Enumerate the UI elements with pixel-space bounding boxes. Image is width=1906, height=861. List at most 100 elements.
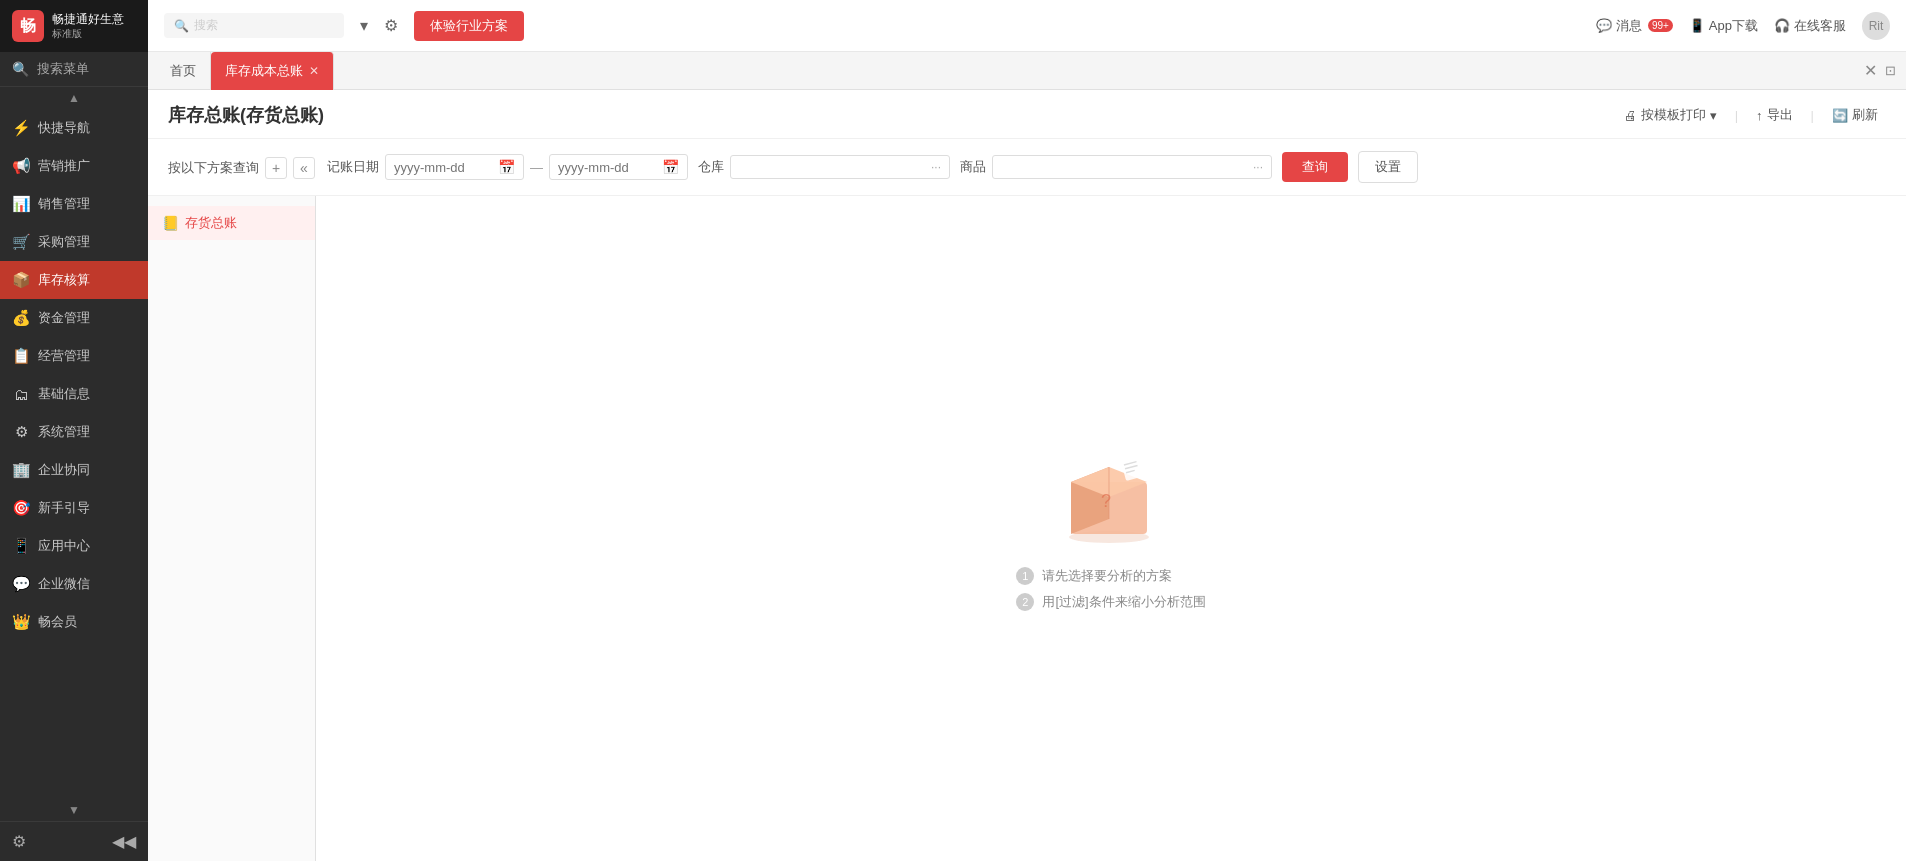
page-title: 库存总账(存货总账): [168, 103, 324, 127]
member-icon: 👑: [12, 613, 30, 631]
product-select[interactable]: ···: [992, 155, 1272, 179]
sidebar-item-shortcut[interactable]: ⚡ 快捷导航: [0, 109, 148, 147]
sidebar-item-guide[interactable]: 🎯 新手引导: [0, 489, 148, 527]
sidebar-item-inventory[interactable]: 📦 库存核算: [0, 261, 148, 299]
tip-text-1: 请先选择要分析的方案: [1042, 567, 1172, 585]
tab-bar: 首页 库存成本总账 ✕ ✕ ⊡: [148, 52, 1906, 90]
nav-settings-btn[interactable]: ⚙: [378, 12, 404, 39]
refresh-button[interactable]: 🔄 刷新: [1824, 102, 1886, 128]
export-button[interactable]: ↑ 导出: [1748, 102, 1801, 128]
sidebar-item-label: 资金管理: [38, 309, 90, 327]
print-dropdown-icon: ▾: [1710, 108, 1717, 123]
sidebar-item-label: 快捷导航: [38, 119, 90, 137]
message-button[interactable]: 💬 消息 99+: [1596, 17, 1673, 35]
sidebar-item-label: 营销推广: [38, 157, 90, 175]
page-header: 库存总账(存货总账) 🖨 按模板打印 ▾ | ↑ 导出 | 🔄 刷新: [148, 90, 1906, 139]
sidebar-item-system[interactable]: ⚙ 系统管理: [0, 413, 148, 451]
sidebar-item-appstore[interactable]: 📱 应用中心: [0, 527, 148, 565]
sidebar-item-marketing[interactable]: 📢 营销推广: [0, 147, 148, 185]
filter-product-field: 商品 ···: [960, 155, 1272, 179]
print-button[interactable]: 🖨 按模板打印 ▾: [1616, 102, 1725, 128]
sidebar-item-label: 企业协同: [38, 461, 90, 479]
sidebar-scroll-down[interactable]: ▼: [0, 799, 148, 821]
sidebar-item-sales[interactable]: 📊 销售管理: [0, 185, 148, 223]
warehouse-label: 仓库: [698, 158, 724, 176]
sidebar-item-basic[interactable]: 🗂 基础信息: [0, 375, 148, 413]
date-end-input[interactable]: [558, 160, 658, 175]
purchase-icon: 🛒: [12, 233, 30, 251]
sidebar-item-label: 应用中心: [38, 537, 90, 555]
sidebar-item-label: 销售管理: [38, 195, 90, 213]
filter-label-text: 按以下方案查询: [168, 159, 259, 177]
expand-icon[interactable]: ⊡: [1885, 63, 1896, 78]
print-label: 按模板打印: [1641, 106, 1706, 124]
online-service-button[interactable]: 🎧 在线客服: [1774, 17, 1846, 35]
empty-tips: 1 请先选择要分析的方案 2 用[过滤]条件来缩小分析范围: [1016, 567, 1205, 611]
inventory-icon: 📦: [12, 271, 30, 289]
date-separator: —: [530, 160, 543, 175]
data-area: ? 1 请先选择要分析的方案: [316, 196, 1906, 861]
logo-text: 畅捷通好生意 标准版: [52, 12, 124, 41]
sidebar-item-finance[interactable]: 💰 资金管理: [0, 299, 148, 337]
sidebar-item-wechat[interactable]: 💬 企业微信: [0, 565, 148, 603]
top-nav-right: 💬 消息 99+ 📱 App下载 🎧 在线客服 Rit: [1596, 12, 1890, 40]
export-label: 导出: [1767, 106, 1793, 124]
tip-text-2: 用[过滤]条件来缩小分析范围: [1042, 593, 1205, 611]
main-area: 🔍 搜索 ▾ ⚙ 体验行业方案 💬 消息 99+ 📱 App下载 🎧 在线客服: [148, 0, 1906, 861]
action-divider-1: |: [1735, 108, 1738, 123]
sidebar-search-label: 搜索菜单: [37, 60, 89, 78]
filter-collapse-button[interactable]: «: [293, 157, 315, 179]
sidebar-item-purchase[interactable]: 🛒 采购管理: [0, 223, 148, 261]
top-nav: 🔍 搜索 ▾ ⚙ 体验行业方案 💬 消息 99+ 📱 App下载 🎧 在线客服: [148, 0, 1906, 52]
nav-dropdown-btn[interactable]: ▾: [354, 12, 374, 39]
close-panel-icon[interactable]: ✕: [1864, 61, 1877, 80]
filter-warehouse-field: 仓库 ···: [698, 155, 950, 179]
shortcut-icon: ⚡: [12, 119, 30, 137]
sidebar-bottom: ⚙ ◀◀: [0, 821, 148, 861]
tip-num-1: 1: [1016, 567, 1034, 585]
date-start-input[interactable]: [394, 160, 494, 175]
action-divider-2: |: [1811, 108, 1814, 123]
scheme-item-inventory-total[interactable]: 📒 存货总账: [148, 206, 315, 240]
nav-search[interactable]: 🔍 搜索: [164, 13, 344, 38]
warehouse-select[interactable]: ···: [730, 155, 950, 179]
phone-icon: 📱: [1689, 18, 1705, 33]
online-service-label: 在线客服: [1794, 17, 1846, 35]
basic-icon: 🗂: [12, 386, 30, 403]
sidebar-item-label: 系统管理: [38, 423, 90, 441]
trial-button[interactable]: 体验行业方案: [414, 11, 524, 41]
guide-icon: 🎯: [12, 499, 30, 517]
app-download-button[interactable]: 📱 App下载: [1689, 17, 1758, 35]
sidebar-item-label: 畅会员: [38, 613, 77, 631]
date-end-wrapper[interactable]: 📅: [549, 154, 688, 180]
sidebar-search[interactable]: 🔍 搜索菜单: [0, 52, 148, 87]
user-avatar[interactable]: Rit: [1862, 12, 1890, 40]
filter-bar: 按以下方案查询 + « 记账日期 📅 — 📅: [148, 139, 1906, 196]
filter-label: 按以下方案查询 + «: [168, 151, 315, 179]
date-start-wrapper[interactable]: 📅: [385, 154, 524, 180]
sidebar-item-enterprise[interactable]: 🏢 企业协同: [0, 451, 148, 489]
calendar-end-icon[interactable]: 📅: [662, 159, 679, 175]
tip-row-2: 2 用[过滤]条件来缩小分析范围: [1016, 593, 1205, 611]
settings-icon[interactable]: ⚙: [12, 832, 26, 851]
collapse-icon[interactable]: ◀◀: [112, 832, 136, 851]
app-download-label: App下载: [1709, 17, 1758, 35]
scheme-panel: 📒 存货总账: [148, 196, 316, 861]
marketing-icon: 📢: [12, 157, 30, 175]
filter-add-button[interactable]: +: [265, 157, 287, 179]
sidebar-scroll-up[interactable]: ▲: [0, 87, 148, 109]
empty-state: ? 1 请先选择要分析的方案: [1016, 447, 1205, 611]
sidebar-item-label: 新手引导: [38, 499, 90, 517]
tab-inventory-ledger[interactable]: 库存成本总账 ✕: [211, 52, 334, 90]
message-icon: 💬: [1596, 18, 1612, 33]
tab-home[interactable]: 首页: [156, 52, 211, 90]
sidebar-item-member[interactable]: 👑 畅会员: [0, 603, 148, 641]
logo-icon: 畅: [12, 10, 44, 42]
query-button[interactable]: 查询: [1282, 152, 1348, 182]
sidebar-menu: ⚡ 快捷导航 📢 营销推广 📊 销售管理 🛒 采购管理 📦 库存核算 💰 资金管…: [0, 109, 148, 799]
tab-close-icon[interactable]: ✕: [309, 64, 319, 78]
sidebar-item-operation[interactable]: 📋 经营管理: [0, 337, 148, 375]
settings-button[interactable]: 设置: [1358, 151, 1418, 183]
calendar-start-icon[interactable]: 📅: [498, 159, 515, 175]
sidebar-item-label: 企业微信: [38, 575, 90, 593]
